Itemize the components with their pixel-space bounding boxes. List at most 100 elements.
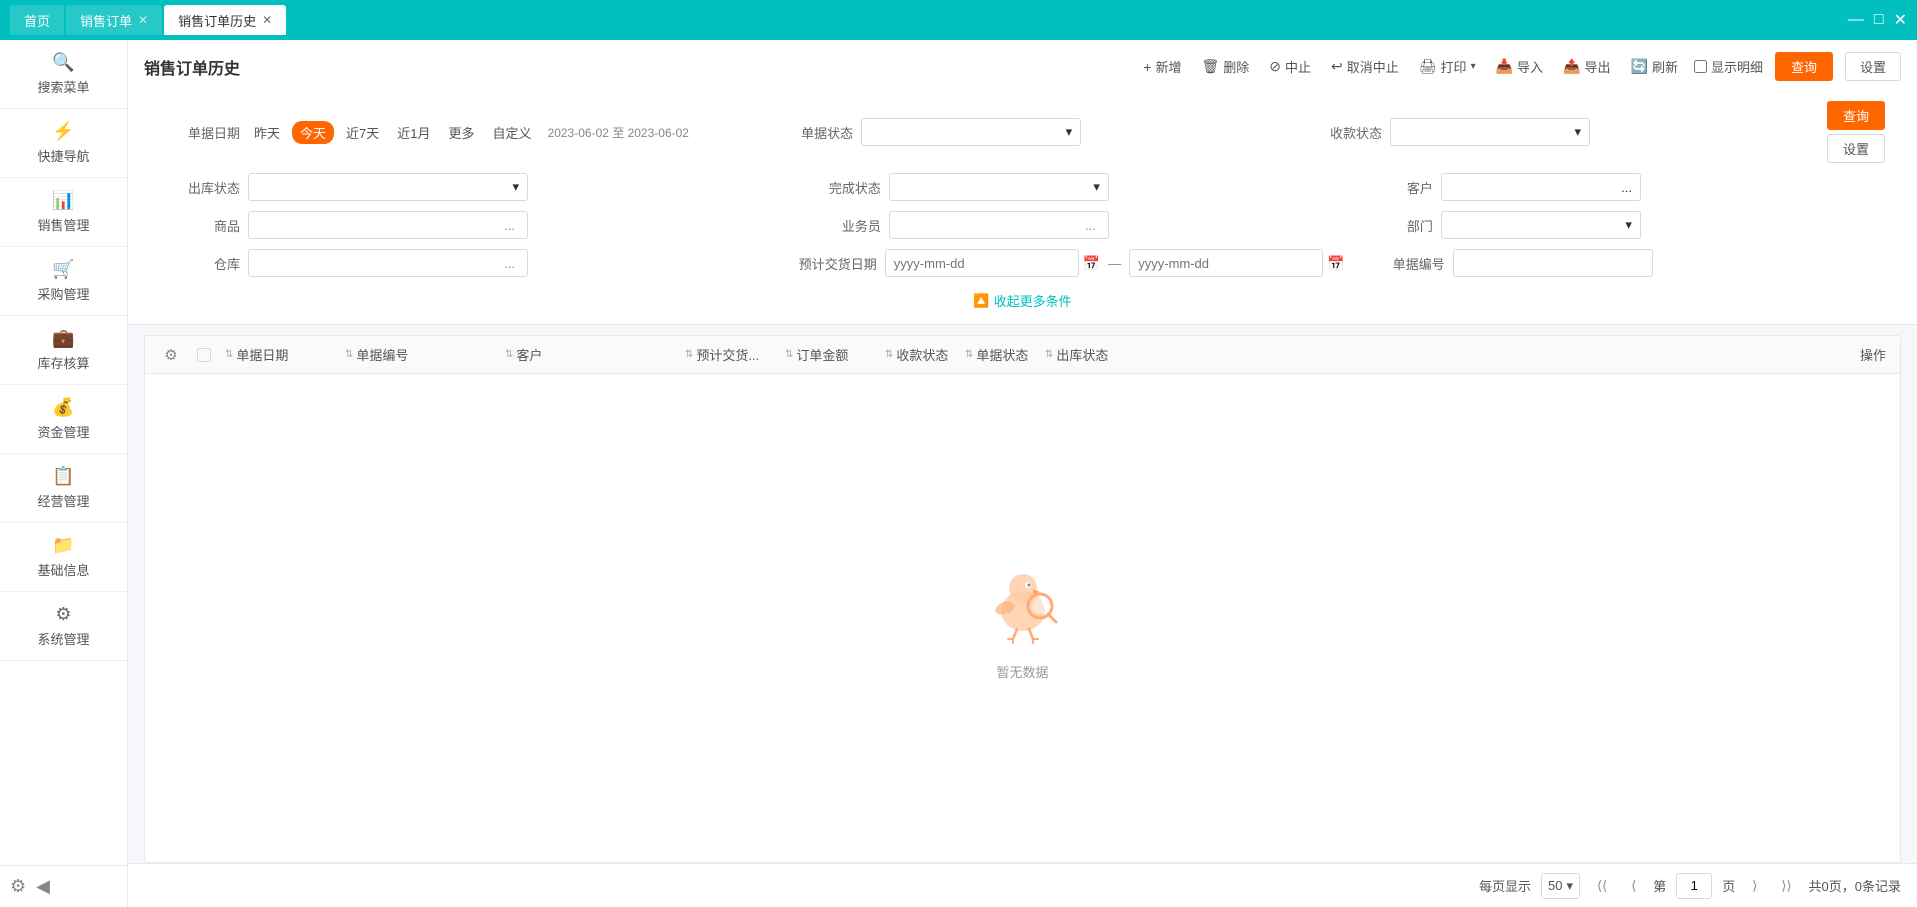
customer-select[interactable]: ... [1441,173,1641,201]
date-last1m-btn[interactable]: 近1月 [391,121,436,144]
sort-icon-pay-status[interactable]: ⇅ [885,349,893,360]
out-status-select[interactable]: ▾ [248,173,528,201]
sort-icon-out-status[interactable]: ⇅ [1045,349,1053,360]
tab-sales-order-close[interactable]: ✕ [138,13,148,27]
collapse-row[interactable]: 🔼 收起更多条件 [160,287,1885,314]
order-status-select[interactable]: ▾ [861,118,1081,146]
delete-button[interactable]: 🗑 删除 [1197,55,1253,78]
new-button[interactable]: + 新增 [1139,55,1185,78]
window-controls: — □ ✕ [1848,10,1907,30]
salesperson-ellipsis-icon[interactable]: ... [1081,218,1100,233]
minimize-icon[interactable]: — [1848,11,1864,29]
sidebar-item-search-menu[interactable]: 🔍 搜索菜单 [0,40,127,109]
tab-home[interactable]: 首页 [10,5,64,35]
order-number-input[interactable] [1453,249,1653,277]
warehouse-select[interactable]: ... [248,249,528,277]
th-pay-status-label: 收款状态 [896,345,948,364]
sidebar-item-sys-mgmt[interactable]: ⚙ 系统管理 [0,592,127,661]
delete-icon: 🗑 [1201,58,1219,75]
collapse-up-icon: 🔼 [973,293,989,309]
warehouse-ellipsis-icon[interactable]: ... [500,256,519,271]
date-last7-btn[interactable]: 近7天 [340,121,385,144]
print-button[interactable]: 🖨 打印 ▾ [1415,55,1480,78]
show-detail-checkbox[interactable] [1694,60,1707,73]
setting-button[interactable]: 设置 [1845,52,1901,81]
quick-nav-icon: ⚡ [52,121,74,142]
print-arrow-icon: ▾ [1471,61,1476,72]
cancel-stop-button[interactable]: ↩ 取消中止 [1327,55,1403,78]
last-page-button[interactable]: ⟩⟩ [1774,875,1798,897]
salesperson-select[interactable]: ... [889,211,1109,239]
sidebar-item-sales-mgmt[interactable]: 📊 销售管理 [0,178,127,247]
sidebar-item-funds-mgmt[interactable]: 💰 资金管理 [0,385,127,454]
sidebar-collapse-icon[interactable]: ◀ [36,876,50,897]
new-icon: + [1143,59,1151,75]
query-button[interactable]: 查询 [1775,52,1833,81]
th-settings[interactable]: ⚙ [153,346,189,364]
date-today-btn[interactable]: 今天 [292,121,334,144]
tab-sales-order-history[interactable]: 销售订单历史 ✕ [164,5,286,35]
th-customer-label: 客户 [516,345,542,364]
th-order-status-label: 单据状态 [976,345,1028,364]
customer-ellipsis-icon[interactable]: ... [1621,180,1632,195]
prev-page-button[interactable]: ⟨ [1624,875,1643,897]
stop-button[interactable]: ⊘ 中止 [1265,55,1315,78]
tab-bar: 首页 销售订单 ✕ 销售订单历史 ✕ [10,5,1848,35]
complete-status-label: 完成状态 [801,178,881,197]
export-label: 导出 [1584,57,1610,76]
date-custom-btn[interactable]: 自定义 [487,121,538,144]
sidebar-item-basic-info[interactable]: 📁 基础信息 [0,523,127,592]
payment-status-select[interactable]: ▾ [1390,118,1590,146]
sidebar-item-quick-nav[interactable]: ⚡ 快捷导航 [0,109,127,178]
sidebar-item-ops-mgmt[interactable]: 📋 经营管理 [0,454,127,523]
payment-status-arrow-icon: ▾ [1575,124,1582,140]
refresh-button[interactable]: 🔄 刷新 [1627,55,1682,78]
sort-icon-amount[interactable]: ⇅ [785,349,793,360]
delivery-date-from-calendar-icon[interactable]: 📅 [1083,255,1100,272]
salesperson-label: 业务员 [801,216,881,235]
import-label: 导入 [1517,57,1543,76]
delivery-date-from-input[interactable] [885,249,1079,277]
sidebar-item-basic-info-label: 基础信息 [37,560,89,579]
page-number-input[interactable] [1676,873,1712,899]
delivery-date-to-input[interactable] [1129,249,1323,277]
sidebar-item-purchase-mgmt-label: 采购管理 [37,284,89,303]
goods-select[interactable]: ... [248,211,528,239]
import-button[interactable]: 📥 导入 [1492,55,1547,78]
delivery-date-to-calendar-icon[interactable]: 📅 [1327,255,1344,272]
tab-sales-order-history-close[interactable]: ✕ [262,13,272,27]
main-layout: 🔍 搜索菜单 ⚡ 快捷导航 📊 销售管理 🛒 采购管理 💼 库存核算 💰 资金管… [0,40,1917,907]
query-button-2[interactable]: 查询 [1827,101,1885,130]
sort-icon-delivery[interactable]: ⇅ [685,349,693,360]
tab-sales-order[interactable]: 销售订单 ✕ [66,5,162,35]
export-button[interactable]: 📤 导出 [1559,55,1614,78]
show-detail-checkbox-label[interactable]: 显示明细 [1694,57,1763,76]
sort-icon-date[interactable]: ⇅ [225,349,233,360]
complete-status-select[interactable]: ▾ [889,173,1109,201]
tab-sales-order-label: 销售订单 [80,11,132,30]
date-more-btn[interactable]: 更多 [443,121,481,144]
sort-icon-order-status[interactable]: ⇅ [965,349,973,360]
select-all-checkbox[interactable] [197,348,211,362]
sidebar-item-inventory-label: 库存核算 [37,353,89,372]
dept-select[interactable]: ▾ [1441,211,1641,239]
setting-button-2[interactable]: 设置 [1827,134,1885,163]
first-page-button[interactable]: ⟨⟨ [1590,875,1614,897]
date-yesterday-btn[interactable]: 昨天 [248,121,286,144]
maximize-icon[interactable]: □ [1874,11,1884,29]
sort-icon-number[interactable]: ⇅ [345,349,353,360]
next-page-button[interactable]: ⟩ [1745,875,1764,897]
goods-ellipsis-icon[interactable]: ... [500,218,519,233]
settings-gear-icon[interactable]: ⚙ [164,346,177,364]
warehouse-field: ... [248,249,767,277]
salesperson-field: ... [889,211,1333,239]
sidebar-settings-icon[interactable]: ⚙ [10,876,26,897]
page-size-select[interactable]: 50 ▾ [1541,873,1580,899]
sidebar-item-purchase-mgmt[interactable]: 🛒 采购管理 [0,247,127,316]
out-status-arrow-icon: ▾ [512,179,519,195]
sidebar-item-inventory[interactable]: 💼 库存核算 [0,316,127,385]
empty-illustration [973,556,1073,646]
tab-home-label: 首页 [24,11,50,30]
close-icon[interactable]: ✕ [1894,10,1907,30]
sort-icon-customer[interactable]: ⇅ [505,349,513,360]
